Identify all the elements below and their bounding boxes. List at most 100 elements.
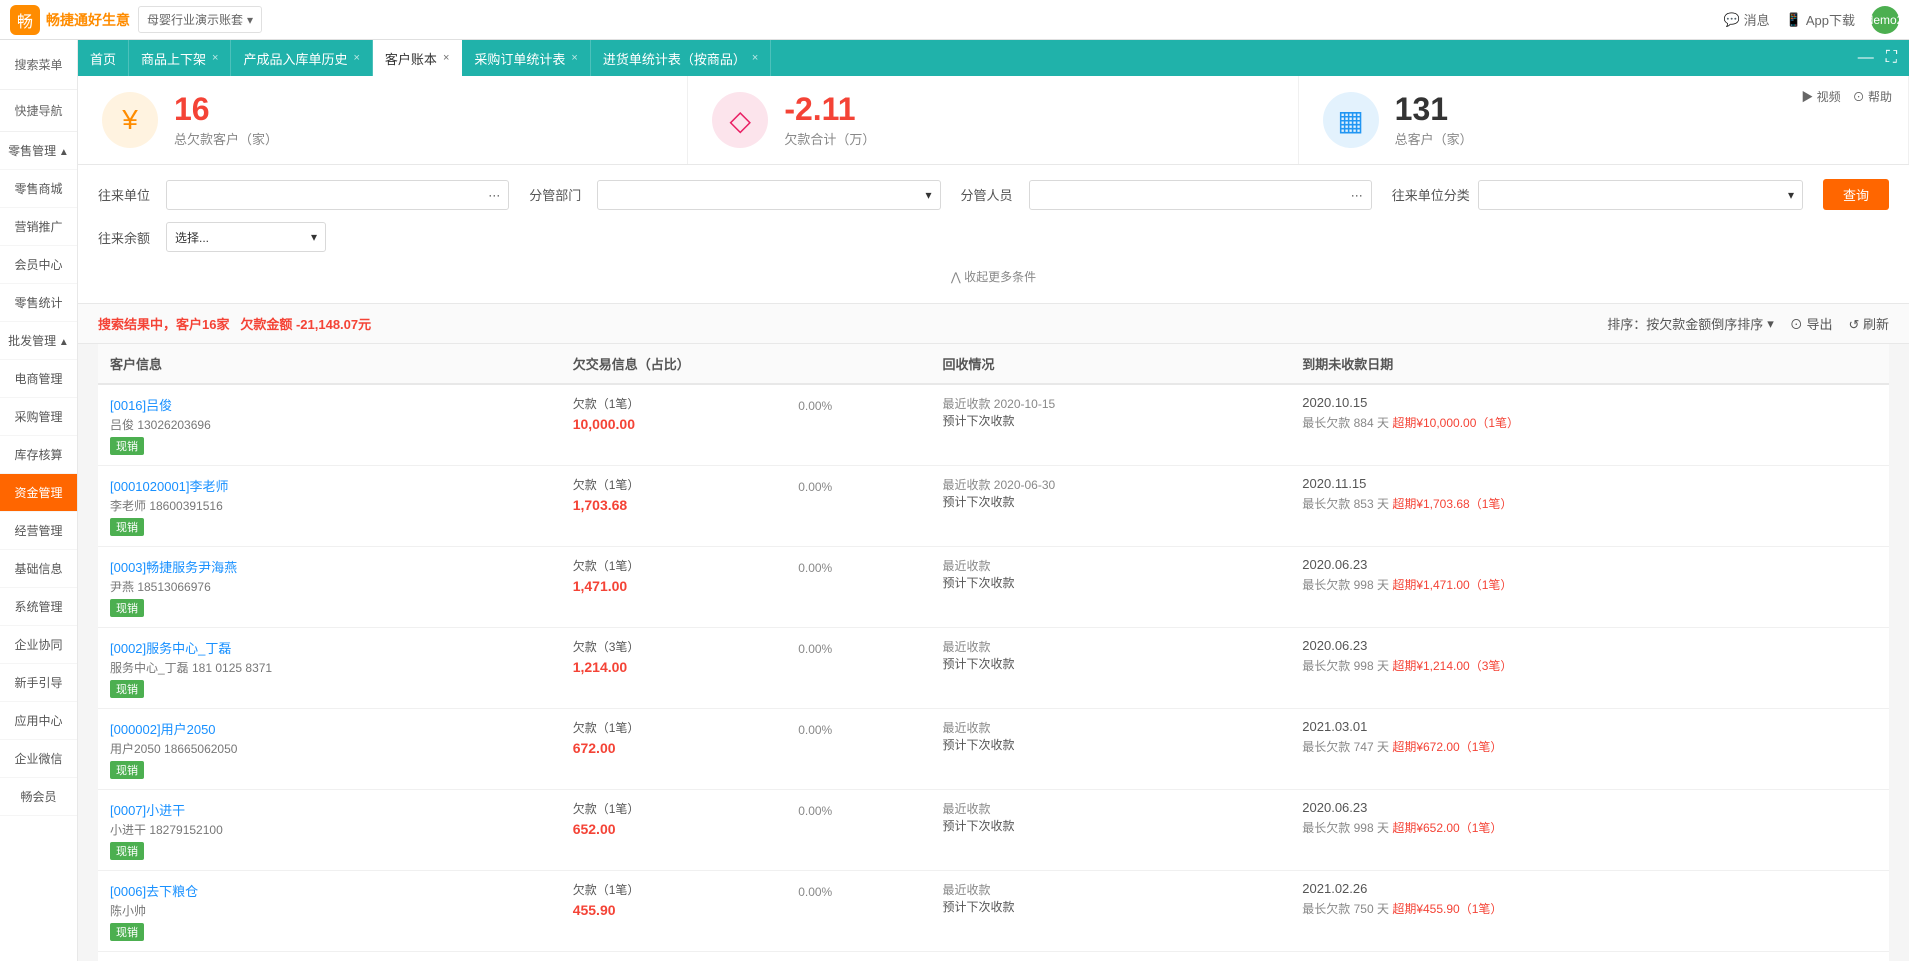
top-bar-right: 💬 消息 📱 App下载 demo2 [1723,6,1899,34]
tab-purchase-order[interactable]: 采购订单统计表 × [462,40,590,76]
sidebar-item-ecommerce[interactable]: 电商管理 [0,360,77,398]
user-profile[interactable]: demo2 [1871,6,1899,34]
customer-name-0[interactable]: [0016]吕俊 [110,395,549,414]
from-unit-input[interactable]: ··· [166,180,509,210]
customer-phone-1: 李老师 18600391516 [110,497,549,514]
sidebar-item-retail-mgmt[interactable]: 零售管理 ▲ [0,132,77,170]
balance-select[interactable]: 选择... ▾ [166,222,326,252]
tab-home[interactable]: 首页 [78,40,129,76]
customer-name-5[interactable]: [0007]小进干 [110,800,549,819]
overdue-link-1[interactable]: 超期¥1,703.68（1笔） [1392,497,1512,511]
filter-unit-class: 往来单位分类 ▾ [1392,180,1803,210]
sidebar-item-app-center[interactable]: 应用中心 [0,702,77,740]
sidebar-item-enterprise-wechat[interactable]: 企业微信 [0,740,77,778]
debt-cell-6: 欠款（1笔） 455.90 [561,871,786,952]
debt-amount-5[interactable]: 652.00 [573,821,774,837]
debt-count-0: 欠款（1笔） [573,395,774,412]
sidebar-item-member-center[interactable]: 会员中心 [0,246,77,284]
tab-purchase-stats[interactable]: 进货单统计表（按商品）× [591,40,771,76]
tab-close-product-history[interactable]: × [353,52,359,64]
overdue-link-3[interactable]: 超期¥1,214.00（3笔） [1392,659,1512,673]
from-unit-text[interactable] [175,188,488,202]
sidebar-item-batch-mgmt[interactable]: 批发管理 ▲ [0,322,77,360]
tab-close-customer-account[interactable]: × [443,52,449,64]
debt-cell-4: 欠款（1笔） 672.00 [561,709,786,790]
recovery-info-3: 最近收款 [942,638,1278,655]
tab-product-history[interactable]: 产成品入库单历史× [231,40,372,76]
company-selector[interactable]: 母婴行业演示账套 ▾ [138,6,262,33]
sidebar-item-purchase-mgmt[interactable]: 采购管理 [0,398,77,436]
sort-select[interactable]: 排序：按欠款金额倒序排序 ▾ [1607,314,1774,333]
avatar: demo2 [1871,6,1899,34]
customer-name-1[interactable]: [0001020001]李老师 [110,476,549,495]
customer-name-6[interactable]: [0006]去下粮仓 [110,881,549,900]
quick-nav[interactable]: 快捷导航 [0,90,77,132]
tab-close-purchase-order[interactable]: × [571,52,577,64]
debt-amount-4[interactable]: 672.00 [573,740,774,756]
sidebar-item-system-mgmt[interactable]: 系统管理 [0,588,77,626]
customer-cell-2: [0003]畅捷服务尹海燕 尹燕 18513066976 现销 [98,547,561,628]
data-table: 客户信息 欠交易信息（占比） 回收情况 到期未收款日期 [0016]吕俊 吕俊 … [98,344,1889,961]
tab-maximize-button[interactable]: ⛶ [1882,47,1901,69]
next-collect-5: 预计下次收款 [942,817,1278,834]
sidebar-item-retail-stats[interactable]: 零售统计 [0,284,77,322]
debt-amount-2[interactable]: 1,471.00 [573,578,774,594]
customer-tag-2: 现销 [110,599,144,617]
debt-count-3: 欠款（3笔） [573,638,774,655]
summary-card-1: ¥ 16 总欠款客户（家） [78,76,688,164]
collapse-bar[interactable]: ⋀ 收起更多条件 [98,264,1889,295]
tab-minimize-button[interactable]: — [1854,47,1878,69]
tab-close-product-shelf[interactable]: × [212,52,218,64]
customer-name-4[interactable]: [000002]用户2050 [110,719,549,738]
table-body: [0016]吕俊 吕俊 13026203696 现销 欠款（1笔） 10,000… [98,384,1889,961]
th-due-date: 到期未收款日期 [1290,344,1889,384]
unit-class-select[interactable]: ▾ [1478,180,1803,210]
tab-label-purchase-order: 采购订单统计表 [474,49,565,68]
message-button[interactable]: 💬 消息 [1723,10,1769,29]
customer-name-3[interactable]: [0002]服务中心_丁磊 [110,638,549,657]
person-input[interactable]: ··· [1029,180,1372,210]
sidebar-item-new-guide[interactable]: 新手引导 [0,664,77,702]
dept-select[interactable]: ▾ [597,180,940,210]
sidebar-item-capital-mgmt[interactable]: 资金管理 [0,474,77,512]
search-button[interactable]: 查询 [1823,179,1889,210]
debt-amount-6[interactable]: 455.90 [573,902,774,918]
tab-close-purchase-stats[interactable]: × [752,52,758,64]
sidebar-item-retail-mall[interactable]: 零售商城 [0,170,77,208]
customer-tag-3: 现销 [110,680,144,698]
tab-bar: 首页商品上下架×产成品入库单历史×客户账本×采购订单统计表×进货单统计表（按商品… [78,40,1909,76]
collapse-label: 收起更多条件 [964,270,1036,284]
due-date-cell-3: 2020.06.23 最长欠款 998 天 超期¥1,214.00（3笔） [1290,628,1889,709]
overdue-link-4[interactable]: 超期¥672.00（1笔） [1392,740,1502,754]
sidebar-item-basic-info[interactable]: 基础信息 [0,550,77,588]
search-menu[interactable]: 搜索菜单 [0,40,77,90]
debt-pct-cell-7: 0.00% [786,952,930,961]
customer-name-2[interactable]: [0003]畅捷服务尹海燕 [110,557,549,576]
export-button[interactable]: ⊙ 导出 [1790,314,1833,333]
sidebar-item-inventory[interactable]: 库存核算 [0,436,77,474]
sidebar-item-vip-member[interactable]: 畅会员 [0,778,77,816]
sidebar-item-business-mgmt[interactable]: 经营管理 [0,512,77,550]
app-download-button[interactable]: 📱 App下载 [1786,10,1855,29]
tab-customer-account[interactable]: 客户账本× [373,40,462,76]
results-bar: 搜索结果中，客户16家 欠款金额 -21,148.07元 排序：按欠款金额倒序排… [78,304,1909,344]
help-button[interactable]: ⊙ 帮助 [1853,88,1892,105]
overdue-link-2[interactable]: 超期¥1,471.00（1笔） [1392,578,1512,592]
due-date-cell-0: 2020.10.15 最长欠款 884 天 超期¥10,000.00（1笔） [1290,384,1889,466]
person-text[interactable] [1038,188,1351,202]
search-menu-label[interactable]: 搜索菜单 [0,50,77,79]
debt-amount-3[interactable]: 1,214.00 [573,659,774,675]
overdue-link-5[interactable]: 超期¥652.00（1笔） [1392,821,1502,835]
debt-amount-0[interactable]: 10,000.00 [573,416,774,432]
logo-icon: 畅 [10,5,40,35]
overdue-link-0[interactable]: 超期¥10,000.00（1笔） [1392,416,1519,430]
customer-cell-6: [0006]去下粮仓 陈小帅 现销 [98,871,561,952]
overdue-link-6[interactable]: 超期¥455.90（1笔） [1392,902,1502,916]
summary-right-actions: ▶ 视频 ⊙ 帮助 [1801,88,1892,105]
tab-product-shelf[interactable]: 商品上下架× [129,40,231,76]
sidebar-item-enterprise-collab[interactable]: 企业协同 [0,626,77,664]
debt-amount-1[interactable]: 1,703.68 [573,497,774,513]
refresh-button[interactable]: ↺ 刷新 [1848,314,1889,333]
video-button[interactable]: ▶ 视频 [1801,88,1840,105]
sidebar-item-marketing[interactable]: 营销推广 [0,208,77,246]
